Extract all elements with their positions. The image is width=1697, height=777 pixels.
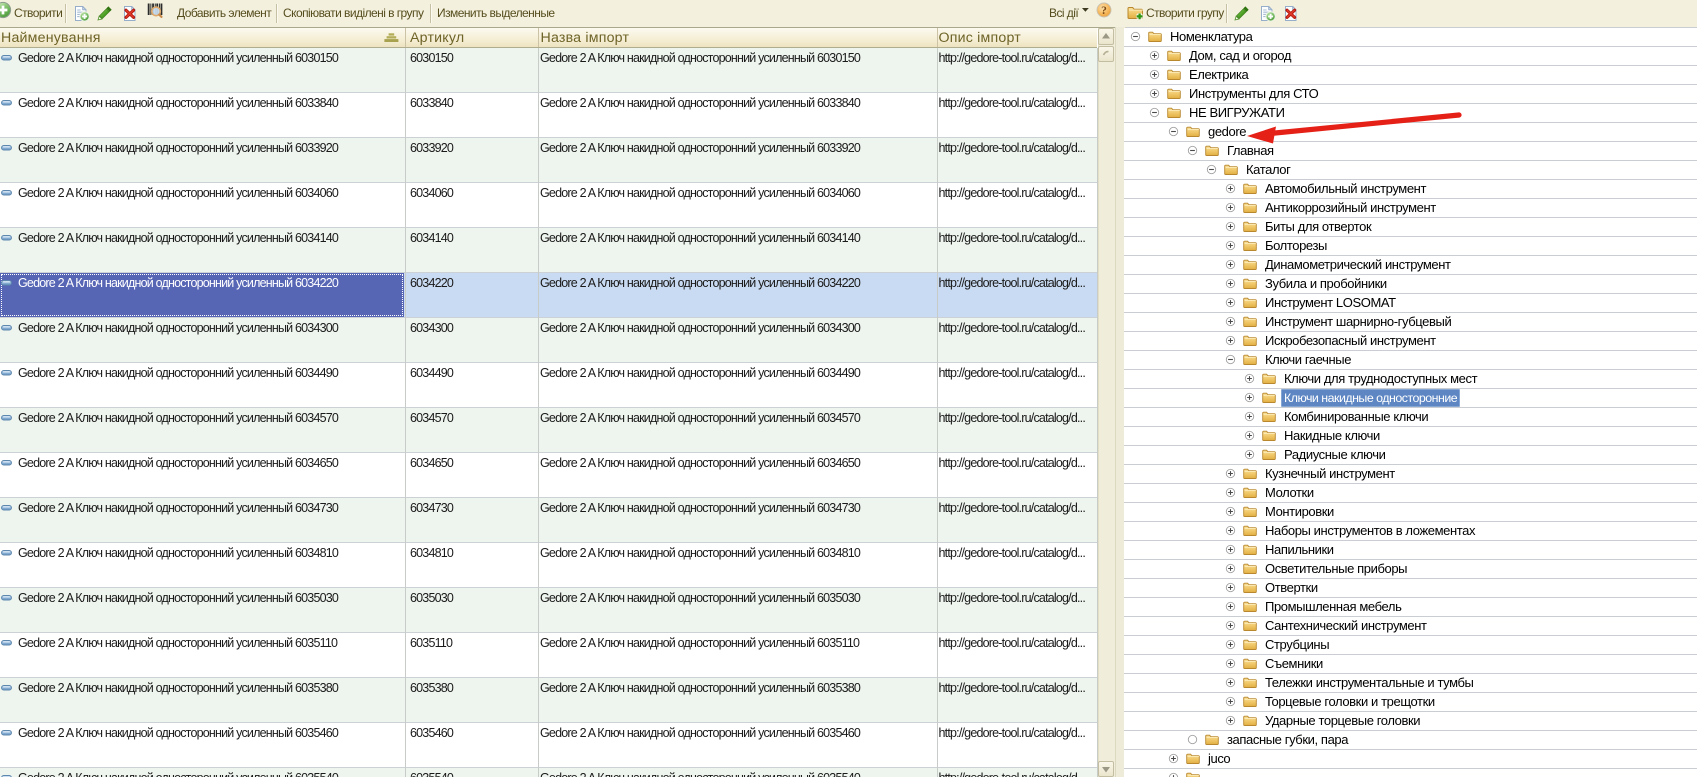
svg-text:?: ? [1101, 5, 1107, 17]
